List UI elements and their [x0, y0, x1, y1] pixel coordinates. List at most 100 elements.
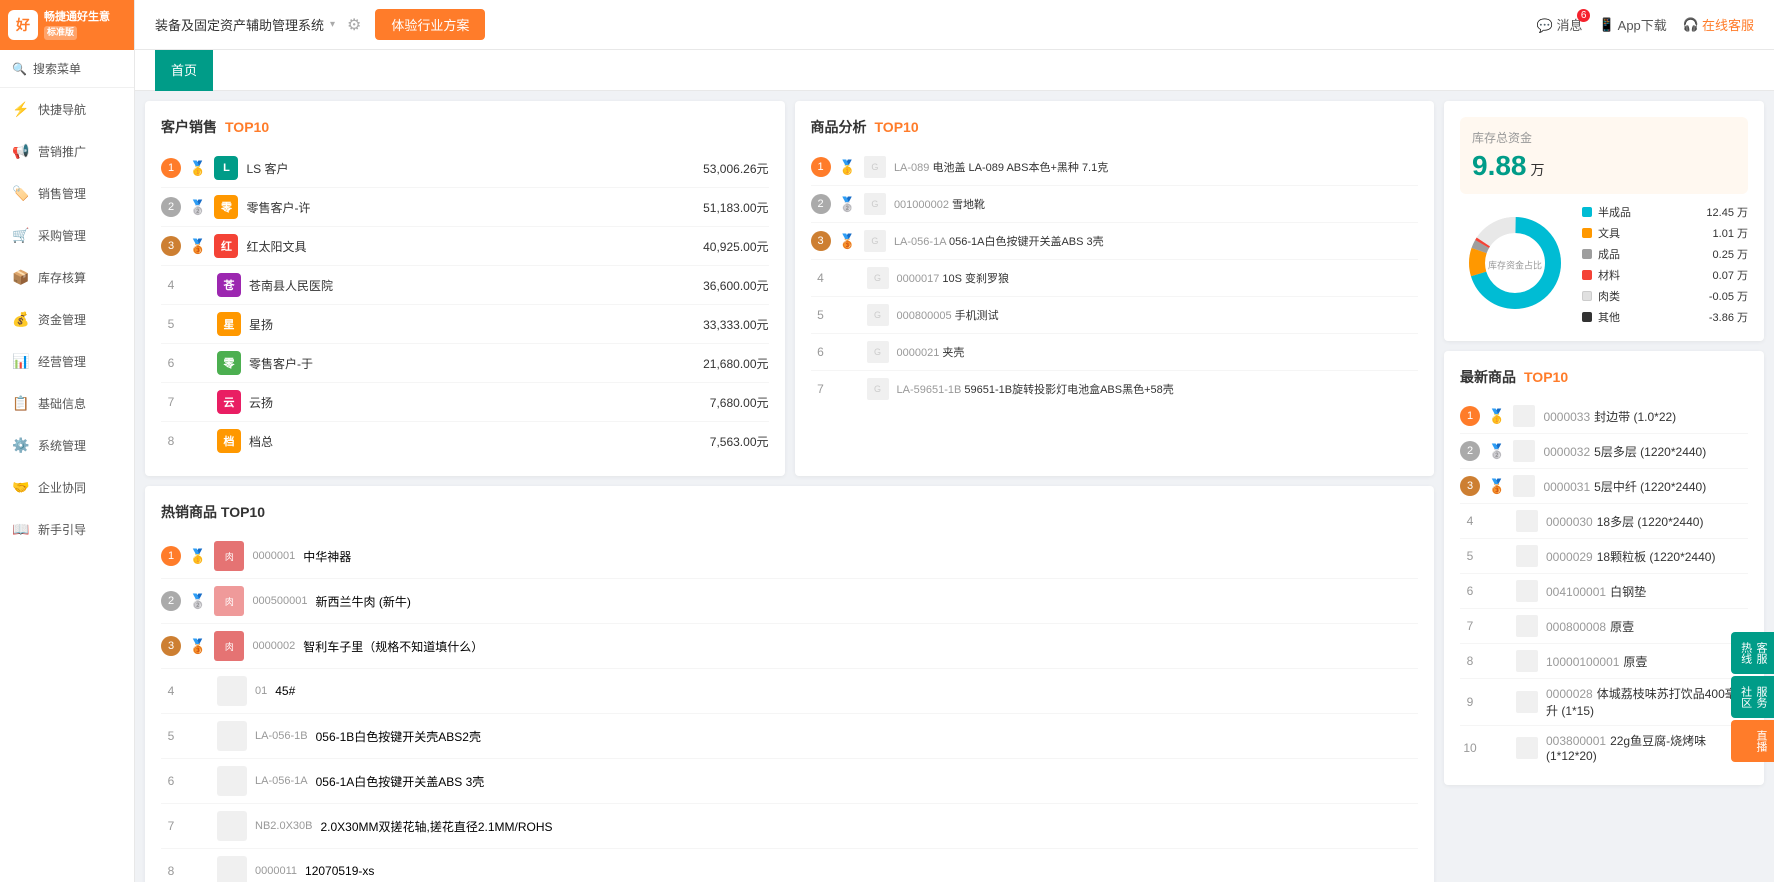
- product-thumb: 肉: [214, 541, 244, 571]
- hot-products-title: 热销商品 TOP10: [161, 502, 1418, 522]
- phone-icon: 📱: [1598, 17, 1614, 33]
- table-row: 6 零 零售客户-于 21,680.00元: [161, 344, 769, 383]
- product-thumb: 肉: [214, 631, 244, 661]
- legend: 半成品 12.45 万 文具 1.01 万 成品 0.25 万: [1582, 204, 1748, 325]
- np-thumb: [1516, 650, 1538, 672]
- legend-item-stationery: 文具 1.01 万: [1582, 225, 1748, 241]
- new-products-list: 1 🥇 0000033封边带 (1.0*22) 2 🥈 00000325层多层 …: [1460, 399, 1748, 769]
- notification-button[interactable]: 💬 消息 6: [1537, 15, 1583, 34]
- product-analysis-card: 商品分析 TOP10 1 🥇 G LA-089 电池盖 LA-089 ABS本色…: [795, 101, 1435, 476]
- message-icon: 💬: [1537, 18, 1553, 33]
- avatar: 零: [217, 351, 241, 375]
- sidebar-item-finance[interactable]: 💰 资金管理: [0, 298, 134, 340]
- product-thumb: G: [867, 378, 889, 400]
- top-row: 客户销售 TOP10 1 🥇 L LS 客户 53,006.26元: [145, 101, 1434, 476]
- operations-icon: 📊: [12, 352, 30, 370]
- gear-icon[interactable]: ⚙: [347, 15, 361, 35]
- tab-home[interactable]: 首页: [155, 50, 213, 91]
- avatar: 档: [217, 429, 241, 453]
- product-thumb: G: [864, 193, 886, 215]
- legend-item-semifinished: 半成品 12.45 万: [1582, 204, 1748, 220]
- avatar: 零: [214, 195, 238, 219]
- product-thumb: [217, 766, 247, 796]
- sidebar-item-quicknav[interactable]: ⚡ 快捷导航: [0, 88, 134, 130]
- dropdown-arrow-icon[interactable]: ▾: [330, 19, 335, 30]
- legend-item-other: 其他 -3.86 万: [1582, 309, 1748, 325]
- float-customer-service-button[interactable]: 客服热线: [1731, 632, 1774, 674]
- logo-text: 畅捷通好生意 标准版: [44, 10, 110, 40]
- rank-1: 1: [161, 158, 181, 178]
- avatar: 星: [217, 312, 241, 336]
- rank-3: 3: [161, 236, 181, 256]
- enterprise-icon: 🤝: [12, 478, 30, 496]
- np-thumb: [1513, 405, 1535, 427]
- panel-right: 库存总资金 9.88 万: [1444, 101, 1764, 872]
- purchase-icon: 🛒: [12, 226, 30, 244]
- hot-products-card: 热销商品 TOP10 1 🥇 肉 0000001 中华神器 2 🥈 肉 000: [145, 486, 1434, 882]
- new-products-title: 最新商品 TOP10: [1460, 367, 1748, 387]
- basic-info-icon: 📋: [12, 394, 30, 412]
- sidebar-item-inventory[interactable]: 📦 库存核算: [0, 256, 134, 298]
- list-item: 3 🥉 肉 0000002 智利车子里（规格不知道填什么）: [161, 624, 1418, 669]
- list-item: 4 01 45#: [161, 669, 1418, 714]
- list-item: 4 000003018多层 (1220*2440): [1460, 504, 1748, 539]
- float-live-button[interactable]: 直播: [1731, 720, 1774, 762]
- sidebar-item-beginner[interactable]: 📖 新手引导: [0, 508, 134, 550]
- logo-icon: 好: [8, 10, 38, 40]
- product-thumb: G: [867, 341, 889, 363]
- customer-amount: 7,680.00元: [710, 394, 769, 411]
- avatar: 云: [217, 390, 241, 414]
- search-icon: 🔍: [12, 62, 27, 76]
- beginner-icon: 📖: [12, 520, 30, 538]
- sidebar-item-enterprise[interactable]: 🤝 企业协同: [0, 466, 134, 508]
- inventory-icon: 📦: [12, 268, 30, 286]
- sidebar-item-marketing[interactable]: 📢 营销推广: [0, 130, 134, 172]
- customer-name: LS 客户: [246, 160, 695, 177]
- legend-dot-semifinished: [1582, 207, 1592, 217]
- sidebar-item-operations[interactable]: 📊 经营管理: [0, 340, 134, 382]
- inventory-title: 库存总资金: [1472, 129, 1736, 146]
- inventory-card: 库存总资金 9.88 万: [1444, 101, 1764, 341]
- customer-name: 红太阳文具: [246, 238, 695, 255]
- medal-gold-icon: 🥇: [1488, 408, 1505, 425]
- sidebar-item-system[interactable]: ⚙️ 系统管理: [0, 424, 134, 466]
- online-service-button[interactable]: 🎧 在线客服: [1683, 15, 1754, 34]
- list-item: 8 10000100001原壹: [1460, 644, 1748, 679]
- donut-center-label: 库存资金占比: [1488, 258, 1542, 271]
- customer-amount: 21,680.00元: [703, 355, 768, 372]
- customer-amount: 51,183.00元: [703, 199, 768, 216]
- float-community-button[interactable]: 服务社区: [1731, 676, 1774, 718]
- product-thumb: G: [867, 304, 889, 326]
- sidebar-search[interactable]: 🔍 搜索菜单: [0, 50, 134, 88]
- medal-gold-icon: 🥇: [189, 548, 206, 565]
- inventory-total-box: 库存总资金 9.88 万: [1460, 117, 1748, 194]
- app-download-button[interactable]: 📱 App下载: [1598, 15, 1666, 34]
- customer-amount: 36,600.00元: [703, 277, 768, 294]
- product-thumb: [217, 676, 247, 706]
- donut-chart: 库存资金占比: [1460, 208, 1570, 321]
- product-analysis-title: 商品分析 TOP10: [811, 117, 1419, 137]
- legend-dot-material: [1582, 270, 1592, 280]
- sidebar-item-sales[interactable]: 🏷️ 销售管理: [0, 172, 134, 214]
- logo-badge: 标准版: [44, 26, 77, 40]
- table-row: 5 星 星扬 33,333.00元: [161, 305, 769, 344]
- customer-name: 苍南县人民医院: [249, 277, 695, 294]
- list-item: 5 000002918颗粒板 (1220*2440): [1460, 539, 1748, 574]
- product-thumb: [217, 811, 247, 841]
- system-icon: ⚙️: [12, 436, 30, 454]
- list-item: 5 LA-056-1B 056-1B白色按键开关壳ABS2壳: [161, 714, 1418, 759]
- list-item: 9 0000028体城荔枝味苏打饮品400毫升 (1*15): [1460, 679, 1748, 726]
- table-row: 7 云 云扬 7,680.00元: [161, 383, 769, 422]
- sidebar-item-basic-info[interactable]: 📋 基础信息: [0, 382, 134, 424]
- medal-gold-icon: 🥇: [839, 159, 856, 176]
- avatar: L: [214, 156, 238, 180]
- customer-name: 零售客户-许: [246, 199, 695, 216]
- sidebar-item-purchase[interactable]: 🛒 采购管理: [0, 214, 134, 256]
- product-thumb: G: [864, 230, 886, 252]
- list-item: 1 🥇 0000033封边带 (1.0*22): [1460, 399, 1748, 434]
- medal-silver-icon: 🥈: [189, 593, 206, 610]
- list-item: 6 LA-056-1A 056-1A白色按键开关盖ABS 3壳: [161, 759, 1418, 804]
- try-plan-button[interactable]: 体验行业方案: [375, 9, 485, 40]
- table-row: 3 🥉 红 红太阳文具 40,925.00元: [161, 227, 769, 266]
- table-row: 2 🥈 零 零售客户-许 51,183.00元: [161, 188, 769, 227]
